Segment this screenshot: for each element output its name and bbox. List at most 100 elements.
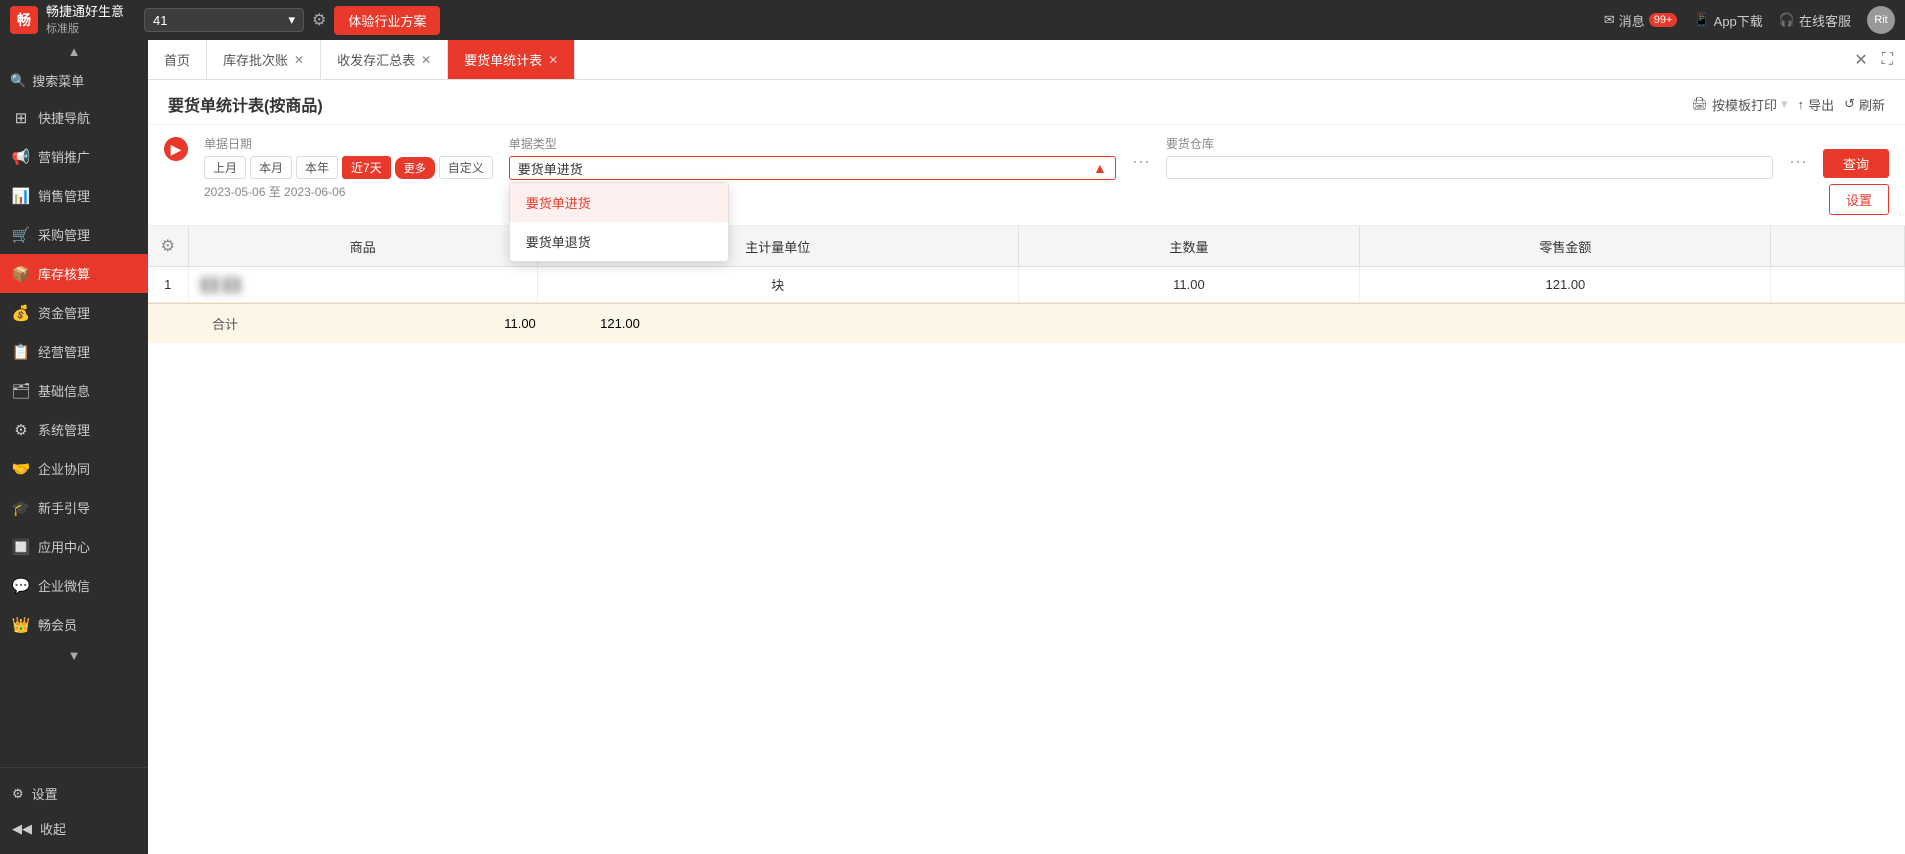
user-avatar[interactable]: Rit bbox=[1867, 6, 1895, 34]
sidebar-item-marketing[interactable]: 📢 营销推广 bbox=[0, 137, 148, 176]
tab-inventory-batch[interactable]: 库存批次账✕ bbox=[207, 40, 321, 79]
tab-expand-button[interactable]: ⛶ bbox=[1878, 47, 1897, 73]
app-container: 畅 畅捷通好生意 标准版 41 ▾ ⚙ 体验行业方案 ✉ 消息 99+ 📱 A bbox=[0, 0, 1905, 854]
filter-expand-button[interactable]: ▶ bbox=[164, 137, 188, 161]
logo-icon: 畅 bbox=[10, 6, 38, 34]
sidebar-label-inventory: 库存核算 bbox=[38, 264, 90, 283]
sidebar-label-enterprise: 企业协同 bbox=[38, 459, 90, 478]
sidebar-item-basic-info[interactable]: 🗂 基础信息 bbox=[0, 371, 148, 410]
sidebar-label-quick-nav: 快捷导航 bbox=[38, 108, 90, 127]
prev-month-button[interactable]: 上月 bbox=[204, 156, 246, 179]
more-dates-button[interactable]: 更多 bbox=[395, 157, 435, 179]
sidebar-label-member: 畅会员 bbox=[38, 615, 77, 634]
type-dropdown-menu: 要货单进货 要货单退货 bbox=[509, 182, 729, 262]
tab-bar-right: ✕ ⛶ bbox=[1850, 46, 1905, 74]
sidebar-item-sales[interactable]: 📊 销售管理 bbox=[0, 176, 148, 215]
warehouse-filter-input[interactable] bbox=[1166, 156, 1773, 179]
page-title: 要货单统计表(按商品) bbox=[168, 92, 323, 116]
top-bar-left: 畅 畅捷通好生意 标准版 bbox=[10, 4, 124, 36]
sidebar-icon-wechat: 💬 bbox=[12, 577, 30, 595]
filter-settings-button[interactable]: 设置 bbox=[1829, 184, 1889, 215]
filter-more-icon[interactable]: ··· bbox=[1132, 151, 1150, 172]
sidebar-item-inventory[interactable]: 📦 库存核算 bbox=[0, 254, 148, 293]
sidebar-item-operations[interactable]: 📋 经营管理 bbox=[0, 332, 148, 371]
table-header-row: ⚙ 商品 主计量单位 主数量 零售金额 bbox=[148, 226, 1905, 267]
sidebar-label-basic-info: 基础信息 bbox=[38, 381, 90, 400]
extra-columns bbox=[1771, 226, 1905, 267]
dropdown-item-jinghuo[interactable]: 要货单进货 bbox=[510, 183, 728, 222]
date-filter-label: 单据日期 bbox=[204, 135, 493, 152]
sidebar-item-app-center[interactable]: 🔲 应用中心 bbox=[0, 527, 148, 566]
sidebar-label-wechat: 企业微信 bbox=[38, 576, 90, 595]
sidebar-collapse[interactable]: ◀◀ 收起 bbox=[0, 811, 148, 846]
date-filter-row: 上月 本月 本年 近7天 更多 自定义 bbox=[204, 156, 493, 179]
messages-badge: 99+ bbox=[1649, 13, 1678, 27]
refresh-button[interactable]: ↺ 刷新 bbox=[1844, 95, 1885, 114]
type-filter-container: ▲ 要货单进货 要货单退货 bbox=[509, 156, 1116, 180]
tab-close-all-button[interactable]: ✕ bbox=[1850, 46, 1871, 74]
table-row: 1 ██ ██ 块 11.00 121.00 bbox=[148, 267, 1905, 303]
sidebar-item-system[interactable]: ⚙ 系统管理 bbox=[0, 410, 148, 449]
sidebar-item-wechat[interactable]: 💬 企业微信 bbox=[0, 566, 148, 605]
sidebar-item-enterprise[interactable]: 🤝 企业协同 bbox=[0, 449, 148, 488]
custom-date-button[interactable]: 自定义 bbox=[439, 156, 493, 179]
tab-label-order-summary: 要货单统计表 bbox=[464, 50, 542, 69]
row-product-0: ██ ██ bbox=[188, 267, 538, 303]
gear-icon: ⚙ bbox=[12, 786, 24, 802]
row-index-0: 1 bbox=[148, 267, 188, 303]
app-download-item[interactable]: 📱 App下载 bbox=[1693, 11, 1762, 30]
page-content: 要货单统计表(按商品) 🖨 按模板打印 ▾ ↑ 导出 ↺ bbox=[148, 80, 1905, 854]
export-icon: ↑ bbox=[1798, 97, 1805, 112]
tab-receivable-summary[interactable]: 收发存汇总表✕ bbox=[321, 40, 448, 79]
this-month-button[interactable]: 本月 bbox=[250, 156, 292, 179]
sidebar-label-finance: 资金管理 bbox=[38, 303, 90, 322]
export-button[interactable]: ↑ 导出 bbox=[1798, 95, 1835, 114]
dropdown-item-tuihuo[interactable]: 要货单退货 bbox=[510, 222, 728, 261]
refresh-icon: ↺ bbox=[1844, 96, 1855, 112]
page-actions: 🖨 按模板打印 ▾ ↑ 导出 ↺ 刷新 bbox=[1692, 95, 1886, 114]
tab-close-order-summary[interactable]: ✕ bbox=[548, 53, 558, 67]
warehouse-filter-label: 要货仓库 bbox=[1166, 135, 1773, 152]
search-icon: 🔍 bbox=[10, 73, 26, 89]
sidebar-search[interactable]: 🔍 搜索菜单 bbox=[0, 63, 148, 98]
type-filter-input[interactable] bbox=[518, 161, 1087, 176]
sidebar-icon-enterprise: 🤝 bbox=[12, 460, 30, 478]
table-body: 1 ██ ██ 块 11.00 121.00 bbox=[148, 267, 1905, 303]
sidebar-item-member[interactable]: 👑 畅会员 bbox=[0, 605, 148, 644]
settings-column-header: ⚙ bbox=[148, 226, 188, 267]
phone-icon: 📱 bbox=[1693, 12, 1709, 28]
type-filter-select[interactable]: ▲ bbox=[509, 156, 1116, 180]
tab-close-inventory-batch[interactable]: ✕ bbox=[294, 53, 304, 67]
row-unit-0: 块 bbox=[538, 267, 1019, 303]
sidebar-scroll-up[interactable]: ▲ bbox=[0, 40, 148, 63]
tab-order-summary[interactable]: 要货单统计表 ✕ bbox=[448, 40, 575, 79]
row-quantity-0: 11.00 bbox=[1018, 267, 1360, 303]
sidebar-item-purchase[interactable]: 🛒 采购管理 bbox=[0, 215, 148, 254]
sidebar-label-app-center: 应用中心 bbox=[38, 537, 90, 556]
column-settings-button[interactable]: ⚙ bbox=[161, 236, 175, 256]
type-filter-arrow-icon[interactable]: ▲ bbox=[1093, 160, 1107, 176]
sidebar-scroll-down[interactable]: ▼ bbox=[0, 644, 148, 667]
query-button[interactable]: 查询 bbox=[1823, 149, 1889, 178]
warehouse-more-icon[interactable]: ··· bbox=[1789, 151, 1807, 172]
sidebar-item-newbie[interactable]: 🎓 新手引导 bbox=[0, 488, 148, 527]
tab-home[interactable]: 首页 bbox=[148, 40, 207, 79]
last-7-days-button[interactable]: 近7天 bbox=[342, 156, 391, 179]
sidebar-item-quick-nav[interactable]: ⊞ 快捷导航 bbox=[0, 98, 148, 137]
topbar-settings-icon[interactable]: ⚙ bbox=[312, 10, 326, 30]
amount-column-header: 零售金额 bbox=[1360, 226, 1771, 267]
sidebar-item-finance[interactable]: 💰 资金管理 bbox=[0, 293, 148, 332]
filter-bar: ▶ 单据日期 上月 本月 本年 近7天 更多 自定义 bbox=[148, 125, 1905, 226]
footer-quantity: 11.00 bbox=[470, 316, 570, 331]
sidebar-icon-inventory: 📦 bbox=[12, 265, 30, 283]
sidebar-settings[interactable]: ⚙ 设置 bbox=[0, 776, 148, 811]
date-filter-buttons: 上月 本月 本年 近7天 更多 自定义 bbox=[204, 156, 493, 179]
print-button[interactable]: 🖨 按模板打印 ▾ bbox=[1692, 95, 1788, 114]
online-service-item[interactable]: 🎧 在线客服 bbox=[1779, 11, 1851, 30]
trial-button[interactable]: 体验行业方案 bbox=[334, 6, 440, 35]
company-select[interactable]: 41 ▾ bbox=[144, 8, 304, 32]
messages-item[interactable]: ✉ 消息 99+ bbox=[1604, 11, 1678, 30]
tab-close-receivable-summary[interactable]: ✕ bbox=[421, 53, 431, 67]
this-year-button[interactable]: 本年 bbox=[296, 156, 338, 179]
row-extra-0 bbox=[1771, 267, 1905, 303]
